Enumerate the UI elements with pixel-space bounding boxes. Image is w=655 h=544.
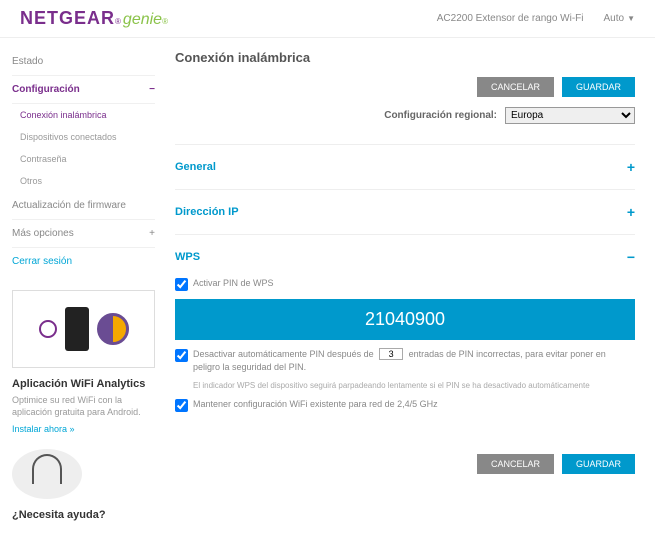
sidebar-label: Más opciones xyxy=(12,228,74,239)
cancel-button[interactable]: CANCELAR xyxy=(477,454,554,474)
plus-icon: + xyxy=(627,159,635,175)
promo-image xyxy=(21,299,146,359)
header: NETGEAR® genie® AC2200 Extensor de rango… xyxy=(0,0,655,38)
section-general: General + xyxy=(175,144,635,189)
save-button[interactable]: GUARDAR xyxy=(562,454,635,474)
sidebar-item-firmware[interactable]: Actualización de firmware xyxy=(12,192,155,220)
sidebar-sub-others[interactable]: Otros xyxy=(20,170,155,192)
text-pre: Desactivar automáticamente PIN después d… xyxy=(193,349,374,359)
region-label: Configuración regional: xyxy=(384,110,497,121)
section-ip: Dirección IP + xyxy=(175,189,635,234)
sidebar-item-config[interactable]: Configuración− xyxy=(12,76,155,104)
sidebar-item-status[interactable]: Estado xyxy=(12,48,155,76)
wps-activate-label: Activar PIN de WPS xyxy=(193,277,274,290)
promo2-title: ¿Necesita ayuda? xyxy=(12,509,155,521)
wps-note: El indicador WPS del dispositivo seguirá… xyxy=(193,381,635,390)
wps-autodisable-row: Desactivar automáticamente PIN después d… xyxy=(175,348,635,373)
promo-install-link[interactable]: Instalar ahora » xyxy=(12,424,155,434)
phone-icon xyxy=(65,307,89,351)
wps-autodisable-checkbox[interactable] xyxy=(175,349,188,362)
header-right: AC2200 Extensor de rango Wi-Fi Auto ▼ xyxy=(437,13,635,24)
main-content: Conexión inalámbrica CANCELAR GUARDAR Co… xyxy=(155,38,655,531)
section-title: Dirección IP xyxy=(175,206,239,218)
wps-keep-row: Mantener configuración WiFi existente pa… xyxy=(175,398,635,412)
sidebar-label: Configuración xyxy=(12,84,80,95)
button-row-top: CANCELAR GUARDAR xyxy=(175,77,635,97)
language-label: Auto xyxy=(604,13,625,24)
logo-genie: genie xyxy=(123,11,162,29)
button-row-bottom: CANCELAR GUARDAR xyxy=(175,454,635,474)
wps-activate-checkbox[interactable] xyxy=(175,278,188,291)
sidebar-sub-wireless[interactable]: Conexión inalámbrica xyxy=(20,104,155,126)
wps-activate-row: Activar PIN de WPS xyxy=(175,277,635,291)
section-wps: WPS − Activar PIN de WPS 21040900 Desact… xyxy=(175,234,635,434)
section-header-wps[interactable]: WPS − xyxy=(175,249,635,265)
plus-icon: + xyxy=(627,204,635,220)
language-selector[interactable]: Auto ▼ xyxy=(604,13,636,24)
promo-help: ¿Necesita ayuda? xyxy=(12,449,155,521)
wps-keep-checkbox[interactable] xyxy=(175,399,188,412)
promo-title: Aplicación WiFi Analytics xyxy=(12,378,155,390)
save-button[interactable]: GUARDAR xyxy=(562,77,635,97)
sidebar-subitems: Conexión inalámbrica Dispositivos conect… xyxy=(12,104,155,192)
wps-pin-display: 21040900 xyxy=(175,299,635,340)
section-title: General xyxy=(175,161,216,173)
headset-icon xyxy=(32,454,62,484)
registered-icon: ® xyxy=(115,17,121,26)
section-title: WPS xyxy=(175,251,200,263)
sidebar: Estado Configuración− Conexión inalámbri… xyxy=(0,38,155,531)
sidebar-item-more[interactable]: Más opciones+ xyxy=(12,220,155,248)
minus-icon: − xyxy=(627,249,635,265)
region-row: Configuración regional: Europa xyxy=(175,107,635,124)
logout-link[interactable]: Cerrar sesión xyxy=(12,248,155,275)
wps-autodisable-text: Desactivar automáticamente PIN después d… xyxy=(193,348,635,373)
sidebar-sub-password[interactable]: Contraseña xyxy=(20,148,155,170)
analytics-icon xyxy=(97,313,129,345)
promo-text: Optimice su red WiFi con la aplicación g… xyxy=(12,395,155,418)
logo: NETGEAR® genie® xyxy=(20,8,168,29)
page-title: Conexión inalámbrica xyxy=(175,50,635,65)
wps-keep-label: Mantener configuración WiFi existente pa… xyxy=(193,398,438,411)
cancel-button[interactable]: CANCELAR xyxy=(477,77,554,97)
caret-down-icon: ▼ xyxy=(627,14,635,23)
section-header-general[interactable]: General + xyxy=(175,159,635,175)
registered-icon: ® xyxy=(162,17,168,26)
sidebar-label: Estado xyxy=(12,56,43,67)
wps-body: Activar PIN de WPS 21040900 Desactivar a… xyxy=(175,277,635,412)
sidebar-label: Actualización de firmware xyxy=(12,200,126,211)
product-name: AC2200 Extensor de rango Wi-Fi xyxy=(437,13,584,24)
section-header-ip[interactable]: Dirección IP + xyxy=(175,204,635,220)
netgear-icon xyxy=(39,320,57,338)
promo-wifi-analytics xyxy=(12,290,155,368)
sidebar-sub-devices[interactable]: Dispositivos conectados xyxy=(20,126,155,148)
support-agent-image xyxy=(12,449,82,499)
region-select[interactable]: Europa xyxy=(505,107,635,124)
logo-netgear: NETGEAR xyxy=(20,8,115,29)
wps-attempts-input[interactable] xyxy=(379,348,403,360)
